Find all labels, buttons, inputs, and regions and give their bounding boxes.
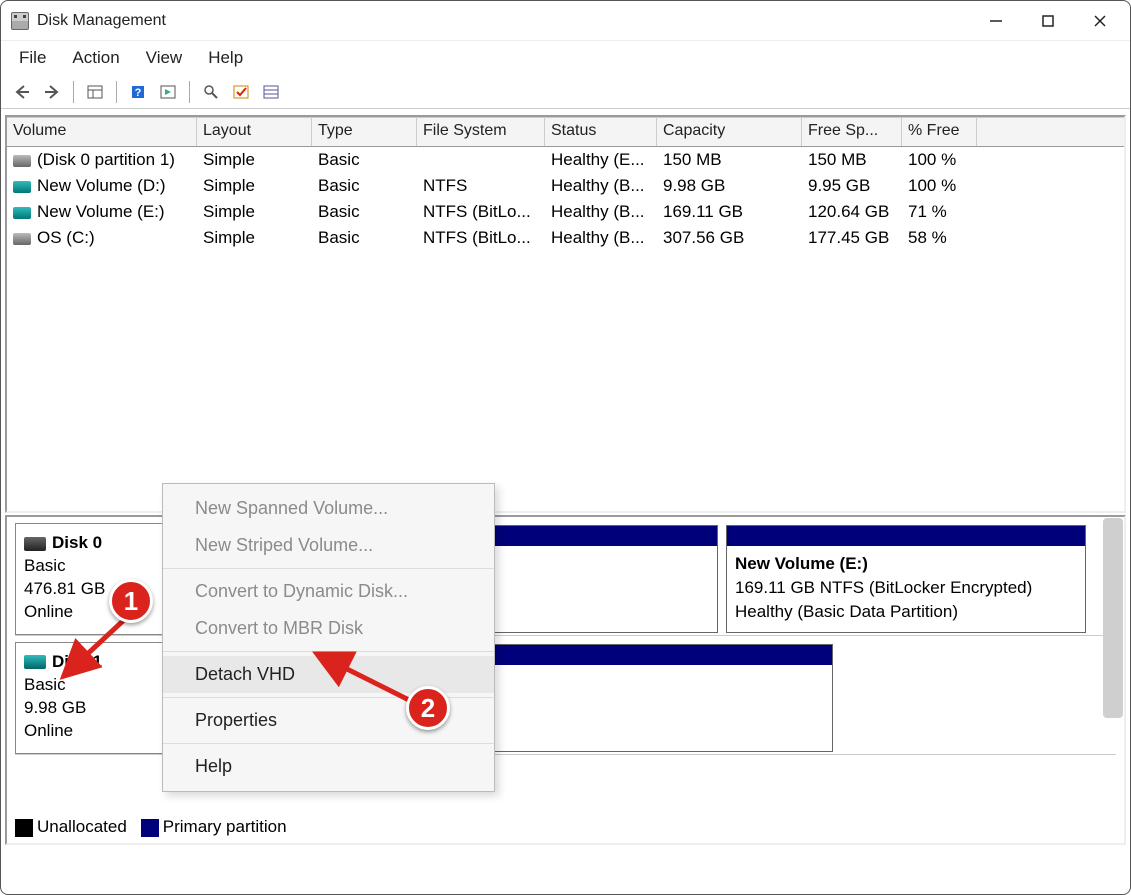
col-filesystem[interactable]: File System (417, 118, 545, 146)
settings-button[interactable] (198, 79, 224, 105)
title-bar: Disk Management (1, 1, 1130, 41)
disk-icon (24, 537, 46, 551)
legend-swatch-primary (141, 819, 159, 837)
menu-action[interactable]: Action (62, 44, 129, 72)
context-menu-item: New Striped Volume... (163, 527, 494, 564)
app-icon (11, 12, 29, 30)
disk-icon (13, 155, 31, 167)
toolbar-separator (189, 81, 190, 103)
volume-list-panel: Volume Layout Type File System Status Ca… (5, 115, 1126, 513)
context-menu-item: Convert to Dynamic Disk... (163, 573, 494, 610)
col-type[interactable]: Type (312, 118, 417, 146)
disk-icon (13, 181, 31, 193)
col-volume[interactable]: Volume (7, 118, 197, 146)
legend-primary: Primary partition (163, 817, 287, 836)
toolbar-separator (73, 81, 74, 103)
col-capacity[interactable]: Capacity (657, 118, 802, 146)
close-button[interactable] (1074, 1, 1126, 41)
legend: Unallocated Primary partition (15, 817, 287, 837)
context-menu-item: New Spanned Volume... (163, 490, 494, 527)
volume-row[interactable]: New Volume (E:)SimpleBasicNTFS (BitLo...… (7, 199, 1124, 225)
col-layout[interactable]: Layout (197, 118, 312, 146)
volume-row[interactable]: New Volume (D:)SimpleBasicNTFSHealthy (B… (7, 173, 1124, 199)
menu-help[interactable]: Help (198, 44, 253, 72)
col-free[interactable]: Free Sp... (802, 118, 902, 146)
disk-icon (13, 207, 31, 219)
volume-row[interactable]: OS (C:)SimpleBasicNTFS (BitLo...Healthy … (7, 225, 1124, 251)
disk-icon (13, 233, 31, 245)
context-menu-item[interactable]: Help (163, 748, 494, 785)
window-controls (970, 1, 1126, 41)
menu-bar: File Action View Help (1, 41, 1130, 75)
minimize-button[interactable] (970, 1, 1022, 41)
show-hide-tree-button[interactable] (82, 79, 108, 105)
menu-file[interactable]: File (9, 44, 56, 72)
scrollbar[interactable] (1103, 518, 1123, 718)
legend-swatch-unallocated (15, 819, 33, 837)
volume-rows: (Disk 0 partition 1)SimpleBasicHealthy (… (7, 147, 1124, 251)
window-title: Disk Management (37, 12, 970, 30)
toolbar-separator (116, 81, 117, 103)
context-menu-separator (163, 568, 494, 569)
annotation-badge-2: 2 (406, 686, 450, 730)
show-region-button[interactable] (155, 79, 181, 105)
annotation-arrow-1 (55, 611, 135, 691)
context-menu: New Spanned Volume...New Striped Volume.… (162, 483, 495, 792)
maximize-button[interactable] (1022, 1, 1074, 41)
svg-text:?: ? (135, 87, 142, 99)
volume-row[interactable]: (Disk 0 partition 1)SimpleBasicHealthy (… (7, 147, 1124, 173)
disk-icon (24, 655, 46, 669)
context-menu-item: Convert to MBR Disk (163, 610, 494, 647)
legend-unallocated: Unallocated (37, 817, 127, 836)
menu-view[interactable]: View (136, 44, 193, 72)
context-menu-separator (163, 743, 494, 744)
help-button[interactable]: ? (125, 79, 151, 105)
back-button[interactable] (9, 79, 35, 105)
annotation-badge-1: 1 (109, 579, 153, 623)
list-button[interactable] (258, 79, 284, 105)
col-pct[interactable]: % Free (902, 118, 977, 146)
check-button[interactable] (228, 79, 254, 105)
partition[interactable]: New Volume (E:)169.11 GB NTFS (BitLocker… (726, 525, 1086, 633)
volume-list-header: Volume Layout Type File System Status Ca… (7, 117, 1124, 147)
toolbar: ? (1, 75, 1130, 109)
partition-bar (727, 526, 1085, 546)
col-status[interactable]: Status (545, 118, 657, 146)
forward-button[interactable] (39, 79, 65, 105)
